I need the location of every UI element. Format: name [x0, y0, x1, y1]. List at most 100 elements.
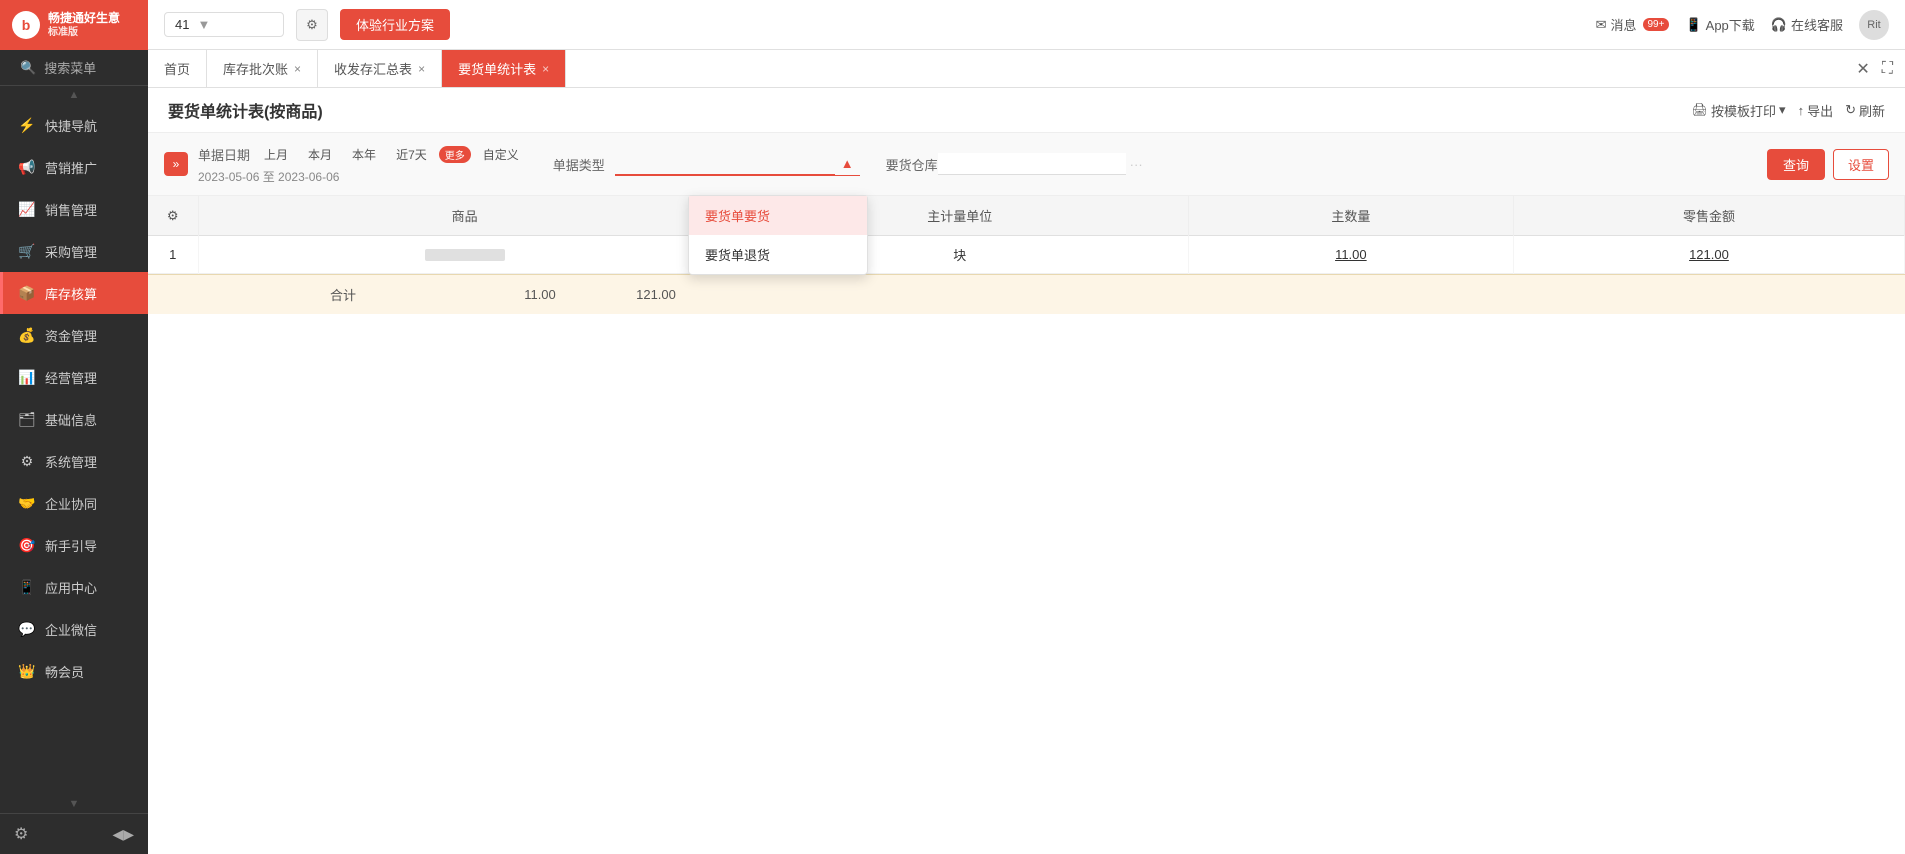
tab-order-summary[interactable]: 要货单统计表 ×: [442, 50, 566, 88]
sidebar-item-enterprise[interactable]: 🤝 企业协同: [0, 482, 148, 524]
filter-warehouse-input[interactable]: [938, 153, 1126, 175]
search-icon: 🔍: [20, 60, 36, 76]
filter-tab-last-month[interactable]: 上月: [256, 143, 296, 166]
sidebar-item-inventory[interactable]: 📦 库存核算: [0, 272, 148, 314]
filter-type-input[interactable]: [615, 153, 835, 175]
topbar-right: ✉ 消息 99+ 📱 App下载 🎧 在线客服 Rit: [1596, 10, 1889, 40]
sidebar-item-label: 企业协同: [45, 494, 97, 513]
inventory-icon: 📦: [17, 283, 37, 303]
member-icon: 👑: [17, 661, 37, 681]
quick-nav-icon: ⚡: [17, 115, 37, 135]
sidebar-item-guide[interactable]: 🎯 新手引导: [0, 524, 148, 566]
sidebar-item-quick-nav[interactable]: ⚡ 快捷导航: [0, 104, 148, 146]
filter-date-range: 2023-05-06 至 2023-06-06: [198, 168, 527, 185]
system-icon: ⚙: [17, 451, 37, 471]
table-settings-icon: ⚙: [167, 208, 179, 223]
appstore-icon: 📱: [17, 577, 37, 597]
col-settings-header[interactable]: ⚙: [148, 196, 198, 236]
sidebar-item-member[interactable]: 👑 畅会员: [0, 650, 148, 692]
query-button[interactable]: 查询: [1767, 149, 1825, 180]
user-avatar[interactable]: Rit: [1859, 10, 1889, 40]
refresh-icon: ↻: [1845, 102, 1856, 118]
tab-order-summary-close[interactable]: ×: [542, 62, 549, 76]
filter-tab-custom[interactable]: 自定义: [475, 143, 527, 166]
trial-button[interactable]: 体验行业方案: [340, 9, 450, 40]
col-amount-header: 零售金额: [1513, 196, 1904, 236]
dropdown-option-order-return[interactable]: 要货单退货: [689, 235, 867, 274]
tab-batch-account-label: 库存批次账: [223, 59, 288, 78]
sidebar-item-wechat[interactable]: 💬 企业微信: [0, 608, 148, 650]
sidebar-item-label: 营销推广: [45, 158, 97, 177]
export-icon: ↑: [1798, 103, 1805, 118]
filter-expand-button[interactable]: »: [164, 152, 188, 176]
row-amount: 121.00: [1513, 236, 1904, 274]
app-download-button[interactable]: 📱 App下载: [1685, 15, 1754, 34]
filter-tab-this-month[interactable]: 本月: [300, 143, 340, 166]
chevron-down-icon: ▼: [197, 17, 210, 32]
filter-bar: » 单据日期 上月 本月 本年 近7天 更多 自定义 2023-05-06 至 …: [148, 133, 1905, 196]
table-row: 1 块 11.00 121.00: [148, 236, 1905, 274]
expand-icon: »: [173, 157, 180, 171]
page-content: 要货单统计表(按商品) 🖨 按模板打印 ▾ ↑ 导出 ↻ 刷新: [148, 88, 1905, 854]
sidebar-item-operations[interactable]: 📊 经营管理: [0, 356, 148, 398]
product-name-placeholder: [425, 249, 505, 261]
guide-icon: 🎯: [17, 535, 37, 555]
topbar: 41 ▼ ⚙ 体验行业方案 ✉ 消息 99+ 📱 App下载 🎧 在线客服: [148, 0, 1905, 50]
sidebar-item-label: 应用中心: [45, 578, 97, 597]
marketing-icon: 📢: [17, 157, 37, 177]
search-menu[interactable]: 🔍 搜索菜单: [0, 50, 148, 86]
sidebar-item-finance[interactable]: 💰 资金管理: [0, 314, 148, 356]
sidebar-item-system[interactable]: ⚙ 系统管理: [0, 440, 148, 482]
avatar-text: Rit: [1867, 19, 1880, 31]
print-button[interactable]: 🖨 按模板打印 ▾: [1692, 101, 1786, 120]
filter-tab-this-year[interactable]: 本年: [344, 143, 384, 166]
sidebar-item-label: 新手引导: [45, 536, 97, 555]
sidebar-item-purchase[interactable]: 🛒 采购管理: [0, 230, 148, 272]
gear-icon: ⚙: [306, 17, 318, 33]
export-button[interactable]: ↑ 导出: [1798, 101, 1834, 120]
warehouse-more-icon[interactable]: ···: [1130, 157, 1143, 172]
online-service-button[interactable]: 🎧 在线客服: [1771, 15, 1843, 34]
sidebar-item-label: 系统管理: [45, 452, 97, 471]
sidebar-toggle-icon[interactable]: ◀▶: [112, 826, 134, 843]
main-content: 41 ▼ ⚙ 体验行业方案 ✉ 消息 99+ 📱 App下载 🎧 在线客服: [148, 0, 1905, 854]
tab-home[interactable]: 首页: [148, 50, 207, 88]
purchase-icon: 🛒: [17, 241, 37, 261]
sidebar-item-label: 销售管理: [45, 200, 97, 219]
tab-batch-account[interactable]: 库存批次账 ×: [207, 50, 318, 88]
row-quantity: 11.00: [1188, 236, 1513, 274]
col-product-header: 商品: [198, 196, 731, 236]
sidebar-item-appstore[interactable]: 📱 应用中心: [0, 566, 148, 608]
tabs-actions: ✕ ⛶: [1852, 55, 1905, 83]
sidebar: b 畅捷通好生意 标准版 🔍 搜索菜单 ▲ ⚡ 快捷导航 📢 营销推广 📈 销售…: [0, 0, 148, 854]
page-header: 要货单统计表(按商品) 🖨 按模板打印 ▾ ↑ 导出 ↻ 刷新: [148, 88, 1905, 133]
sidebar-item-marketing[interactable]: 📢 营销推广: [0, 146, 148, 188]
sidebar-item-label: 企业微信: [45, 620, 97, 639]
settings-icon[interactable]: ⚙: [14, 824, 28, 844]
settings-filter-button[interactable]: 设置: [1833, 149, 1889, 180]
tab-receive-summary-close[interactable]: ×: [418, 62, 425, 76]
sidebar-nav: ⚡ 快捷导航 📢 营销推广 📈 销售管理 🛒 采购管理 📦 库存核算 💰 资金管…: [0, 104, 148, 795]
refresh-button[interactable]: ↻ 刷新: [1845, 101, 1885, 120]
sidebar-item-base[interactable]: 🗂 基础信息: [0, 398, 148, 440]
settings-button[interactable]: ⚙: [296, 9, 328, 41]
org-selector[interactable]: 41 ▼: [164, 12, 284, 37]
close-all-icon[interactable]: ✕: [1852, 55, 1873, 83]
tab-order-summary-label: 要货单统计表: [458, 59, 536, 78]
filter-type-chevron-icon[interactable]: ▲: [835, 156, 860, 171]
dropdown-option-order-goods[interactable]: 要货单要货: [689, 196, 867, 235]
sidebar-item-label: 资金管理: [45, 326, 97, 345]
messages-button[interactable]: ✉ 消息 99+: [1596, 15, 1670, 34]
tab-batch-account-close[interactable]: ×: [294, 62, 301, 76]
filter-tab-7days[interactable]: 近7天: [388, 143, 435, 166]
date-label: 单据日期: [198, 145, 250, 164]
tab-receive-summary[interactable]: 收发存汇总表 ×: [318, 50, 442, 88]
org-name: 41: [175, 17, 189, 32]
tab-home-label: 首页: [164, 59, 190, 78]
messages-badge: 99+: [1643, 18, 1670, 31]
sidebar-item-sales[interactable]: 📈 销售管理: [0, 188, 148, 230]
type-dropdown: 要货单要货 要货单退货: [688, 195, 868, 275]
filter-tab-more[interactable]: 更多: [439, 146, 471, 163]
maximize-icon[interactable]: ⛶: [1878, 56, 1897, 82]
sidebar-bottom: ⚙ ◀▶: [0, 813, 148, 854]
